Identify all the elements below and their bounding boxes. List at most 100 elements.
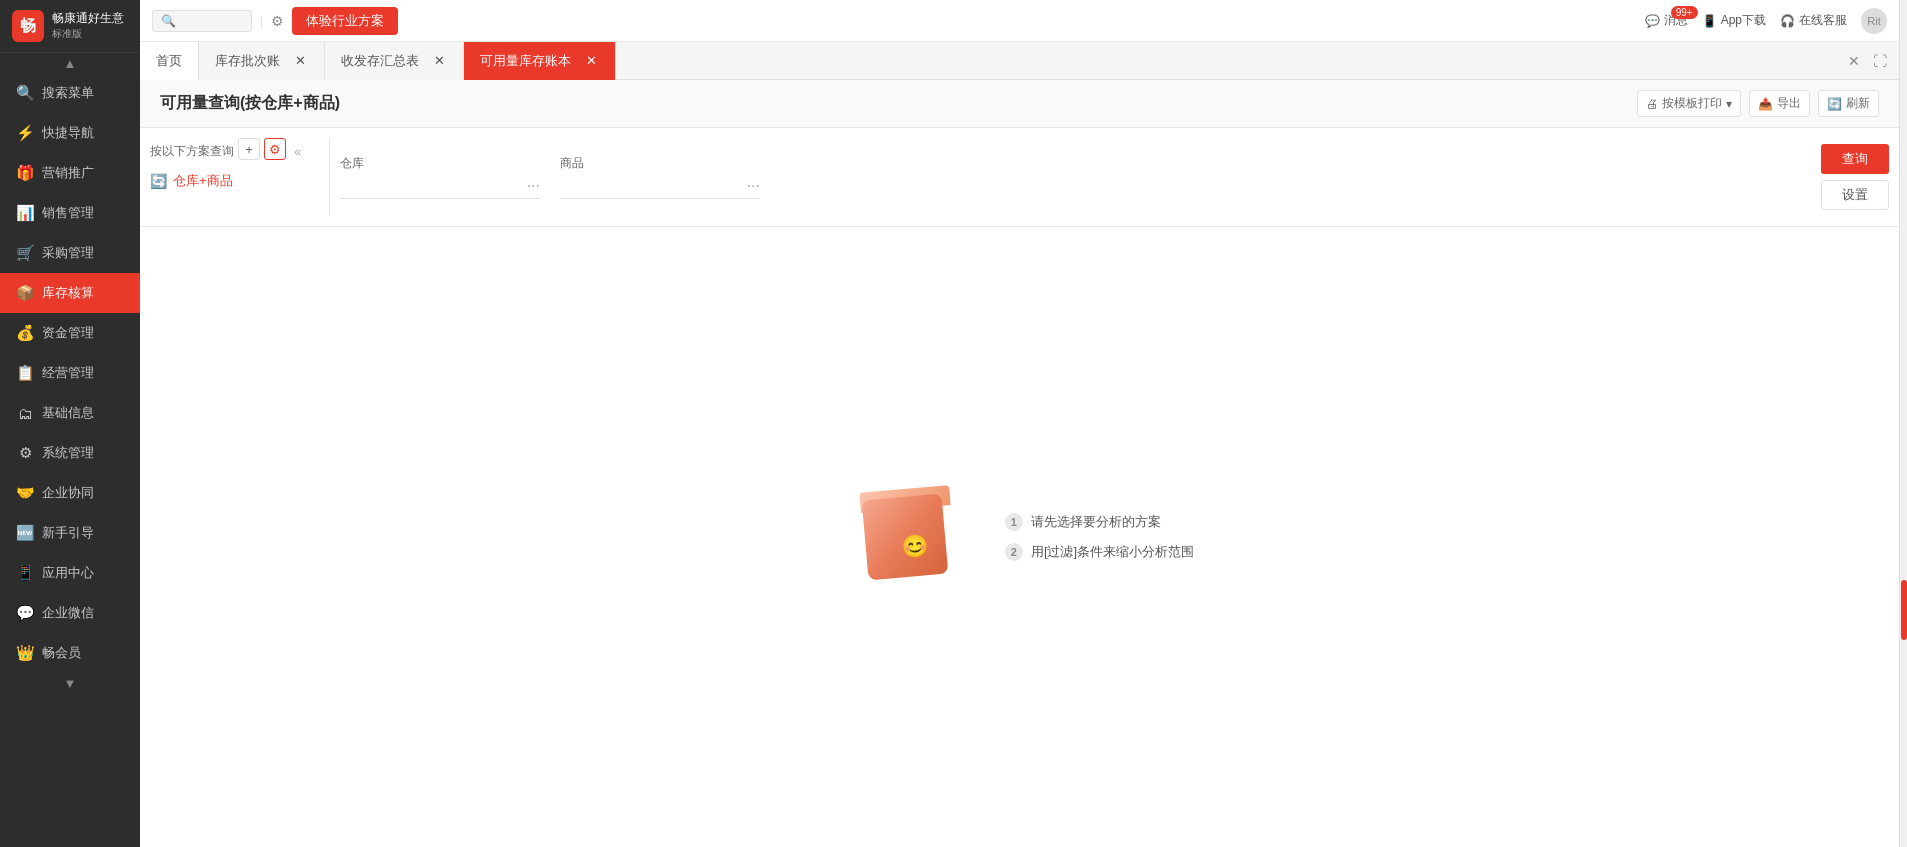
sidebar-item-search[interactable]: 🔍 搜索菜单 xyxy=(0,73,140,113)
refresh-label: 刷新 xyxy=(1846,95,1870,112)
filter-scheme-label: 按以下方案查询 xyxy=(150,143,234,160)
customer-service-label: 在线客服 xyxy=(1799,12,1847,29)
sidebar-scroll-up[interactable]: ▲ xyxy=(0,53,140,73)
setting-scheme-icon: ⚙ xyxy=(269,142,281,157)
empty-tips: 1 请先选择要分析的方案 2 用[过滤]条件来缩小分析范围 xyxy=(1005,513,1194,561)
print-button[interactable]: 🖨 按模板打印 ▾ xyxy=(1637,90,1741,117)
sidebar-item-system[interactable]: ⚙ 系统管理 xyxy=(0,433,140,473)
query-button[interactable]: 查询 xyxy=(1821,144,1889,174)
sidebar-item-finance[interactable]: 💰 资金管理 xyxy=(0,313,140,353)
customer-service-button[interactable]: 🎧 在线客服 xyxy=(1780,12,1847,29)
print-icon: 🖨 xyxy=(1646,97,1658,111)
tab-batch-account[interactable]: 库存批次账 ✕ xyxy=(199,42,325,80)
tabs-window-actions: ✕ ⛶ xyxy=(1843,50,1899,72)
sidebar-item-marketing[interactable]: 🎁 营销推广 xyxy=(0,153,140,193)
sidebar-item-label: 基础信息 xyxy=(42,404,94,422)
tab-inventory-summary-label: 收发存汇总表 xyxy=(341,52,419,70)
sidebar-item-member[interactable]: 👑 畅会员 xyxy=(0,633,140,673)
marketing-icon: 🎁 xyxy=(16,164,34,182)
window-close-btn[interactable]: ✕ xyxy=(1843,50,1865,72)
add-scheme-button[interactable]: + xyxy=(238,138,260,160)
sidebar-item-label: 快捷导航 xyxy=(42,124,94,142)
system-icon: ⚙ xyxy=(16,444,34,462)
scheme-item-warehouse-product[interactable]: 🔄 仓库+商品 xyxy=(150,172,301,190)
sidebar-item-label: 搜索菜单 xyxy=(42,84,94,102)
message-button[interactable]: 💬 消息 99+ xyxy=(1645,12,1688,29)
sidebar-logo: 畅 畅康通好生意 标准版 xyxy=(0,0,140,53)
refresh-button[interactable]: 🔄 刷新 xyxy=(1818,90,1879,117)
tip-item-1: 1 请先选择要分析的方案 xyxy=(1005,513,1194,531)
user-name: Rit xyxy=(1867,15,1880,27)
message-icon: 💬 xyxy=(1645,14,1660,28)
empty-illustration: 😊 xyxy=(845,477,965,597)
user-avatar-area[interactable]: Rit xyxy=(1861,8,1887,34)
sidebar-item-label: 采购管理 xyxy=(42,244,94,262)
export-icon: 📤 xyxy=(1758,97,1773,111)
basic-info-icon: 🗂 xyxy=(16,405,34,422)
window-expand-btn[interactable]: ⛶ xyxy=(1869,50,1891,72)
sidebar-item-purchase[interactable]: 🛒 采购管理 xyxy=(0,233,140,273)
box-face: 😊 xyxy=(900,533,929,561)
sidebar-item-label: 资金管理 xyxy=(42,324,94,342)
tab-batch-account-close[interactable]: ✕ xyxy=(292,53,308,69)
sidebar-item-wechat[interactable]: 💬 企业微信 xyxy=(0,593,140,633)
purchase-icon: 🛒 xyxy=(16,244,34,262)
warehouse-dots-button[interactable]: ··· xyxy=(527,177,540,195)
sidebar-item-label: 企业微信 xyxy=(42,604,94,622)
trial-industry-button[interactable]: 体验行业方案 xyxy=(292,7,398,35)
member-icon: 👑 xyxy=(16,644,34,662)
topbar-search[interactable]: 🔍 xyxy=(152,10,252,32)
export-button[interactable]: 📤 导出 xyxy=(1749,90,1810,117)
sidebar-item-label: 库存核算 xyxy=(42,284,94,302)
sidebar-item-operations[interactable]: 📋 经营管理 xyxy=(0,353,140,393)
page-title: 可用量查询(按仓库+商品) xyxy=(160,93,340,114)
product-dots-button[interactable]: ··· xyxy=(747,177,760,195)
logo-title: 畅康通好生意 xyxy=(52,11,124,27)
scheme-item-label: 仓库+商品 xyxy=(173,172,233,190)
tab-inventory-summary-close[interactable]: ✕ xyxy=(431,53,447,69)
tab-inventory-summary[interactable]: 收发存汇总表 ✕ xyxy=(325,42,464,80)
product-field-label: 商品 xyxy=(560,155,760,172)
sidebar-item-sales[interactable]: 📊 销售管理 xyxy=(0,193,140,233)
settings-button[interactable]: 设置 xyxy=(1821,180,1889,210)
sidebar-item-quick-nav[interactable]: ⚡ 快捷导航 xyxy=(0,113,140,153)
product-field: 商品 ··· xyxy=(560,155,760,199)
avatar: Rit xyxy=(1861,8,1887,34)
tip-item-2: 2 用[过滤]条件来缩小分析范围 xyxy=(1005,543,1194,561)
scheme-item-icon: 🔄 xyxy=(150,173,167,189)
topbar-gear-icon[interactable]: ⚙ xyxy=(271,13,284,29)
warehouse-field-label: 仓库 xyxy=(340,155,540,172)
right-scrollbar[interactable] xyxy=(1899,0,1907,847)
topbar-right: 💬 消息 99+ 📱 App下载 🎧 在线客服 Rit xyxy=(1645,8,1887,34)
sidebar-item-inventory[interactable]: 📦 库存核算 xyxy=(0,273,140,313)
filter-fields: 仓库 ··· 商品 ··· xyxy=(330,138,1811,216)
collapse-filter-button[interactable]: « xyxy=(294,144,301,159)
box-body: 😊 xyxy=(862,494,949,581)
sales-icon: 📊 xyxy=(16,204,34,222)
app-download-icon: 📱 xyxy=(1702,14,1717,28)
sidebar-item-label: 新手引导 xyxy=(42,524,94,542)
tab-home[interactable]: 首页 xyxy=(140,42,199,80)
operations-icon: 📋 xyxy=(16,364,34,382)
product-input[interactable] xyxy=(560,179,743,194)
sidebar-item-cooperation[interactable]: 🤝 企业协同 xyxy=(0,473,140,513)
app-center-icon: 📱 xyxy=(16,564,34,582)
sidebar-item-label: 系统管理 xyxy=(42,444,94,462)
warehouse-input[interactable] xyxy=(340,179,523,194)
filter-actions: 查询 设置 xyxy=(1811,138,1899,216)
tip1-text: 请先选择要分析的方案 xyxy=(1031,513,1161,531)
sidebar-scroll-down[interactable]: ▼ xyxy=(0,673,140,693)
sidebar-item-basic-info[interactable]: 🗂 基础信息 xyxy=(0,393,140,433)
setting-scheme-button[interactable]: ⚙ xyxy=(264,138,286,160)
tip1-number: 1 xyxy=(1005,513,1023,531)
sidebar-item-label: 畅会员 xyxy=(42,644,81,662)
logo-badge: 标准版 xyxy=(52,27,124,41)
content-area: 可用量查询(按仓库+商品) 🖨 按模板打印 ▾ 📤 导出 🔄 刷新 xyxy=(140,80,1899,847)
tab-available-stock-close[interactable]: ✕ xyxy=(583,53,599,69)
logo-icon: 畅 xyxy=(12,10,44,42)
page-header: 可用量查询(按仓库+商品) 🖨 按模板打印 ▾ 📤 导出 🔄 刷新 xyxy=(140,80,1899,128)
sidebar-item-app-center[interactable]: 📱 应用中心 xyxy=(0,553,140,593)
sidebar-item-guide[interactable]: 🆕 新手引导 xyxy=(0,513,140,553)
app-download-button[interactable]: 📱 App下载 xyxy=(1702,12,1766,29)
tab-available-stock[interactable]: 可用量库存账本 ✕ xyxy=(464,42,616,80)
